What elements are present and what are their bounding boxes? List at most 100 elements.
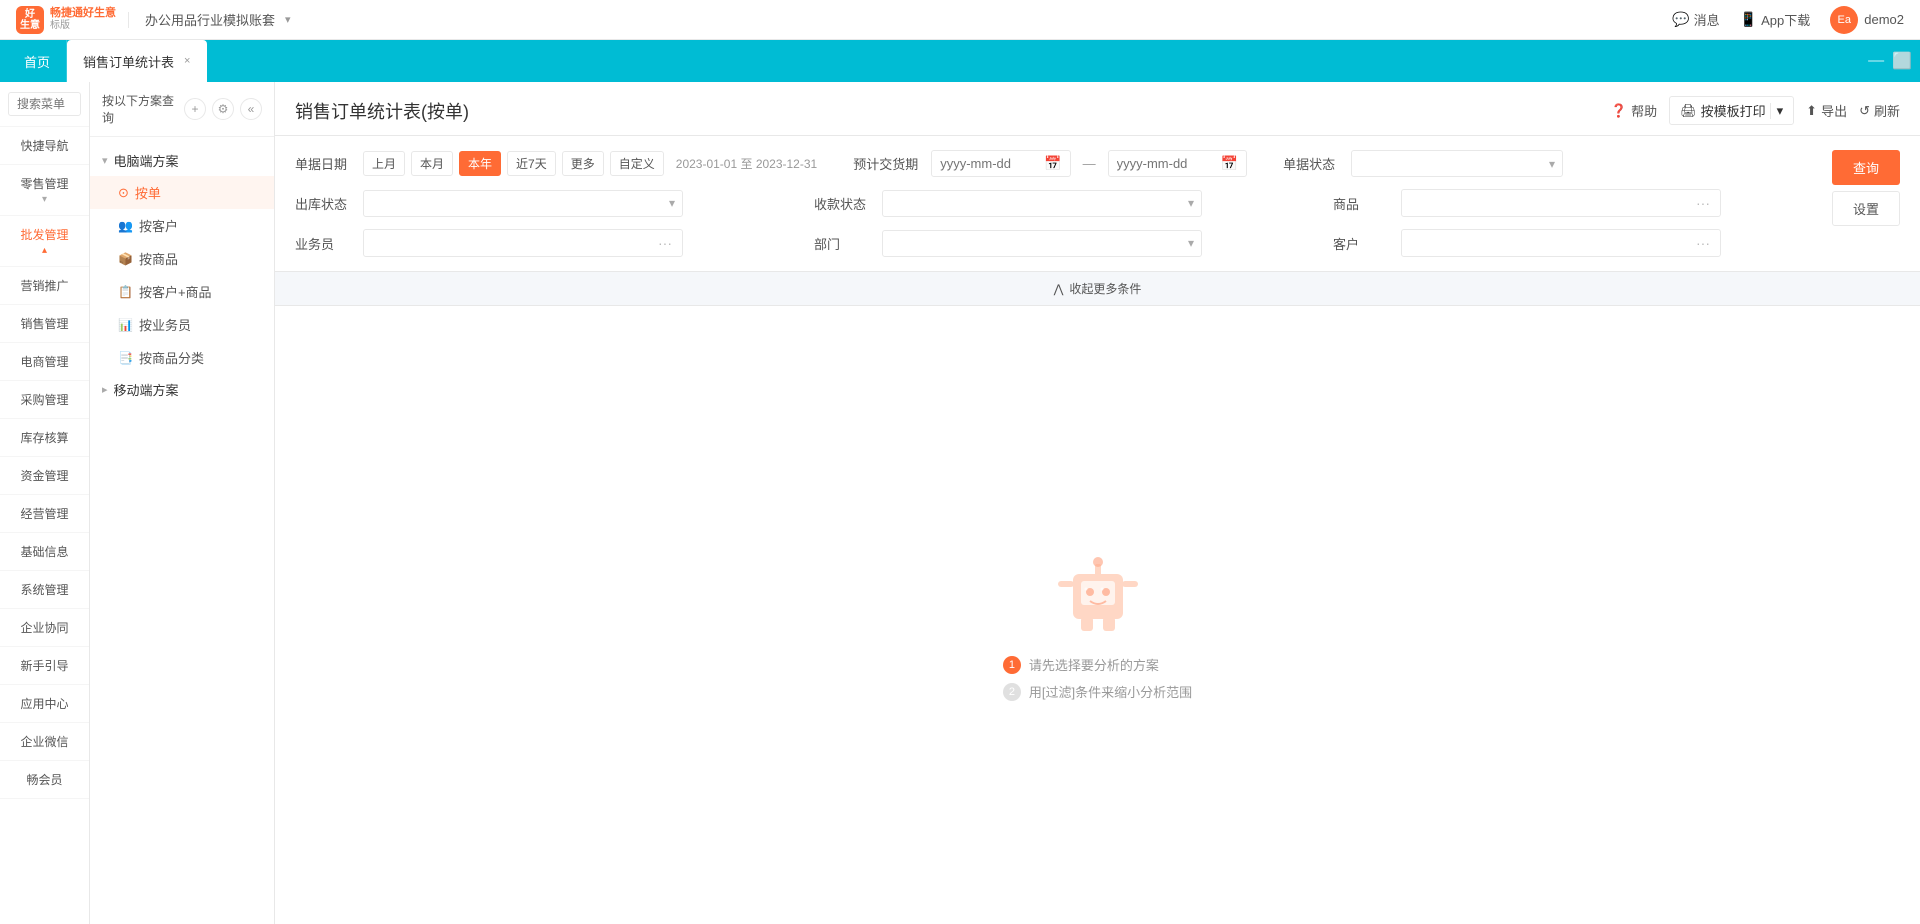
sidebar-item-operations[interactable]: 经营管理: [0, 495, 89, 533]
tab-close-icon[interactable]: ×: [184, 55, 190, 67]
print-arrow-icon[interactable]: ▾: [1770, 103, 1784, 119]
scheme-item-by-order[interactable]: ⊙ 按单: [90, 176, 274, 209]
collapse-label: 收起更多条件: [1069, 280, 1141, 297]
message-label: 消息: [1694, 10, 1720, 29]
date-this-year-btn[interactable]: 本年: [459, 151, 501, 176]
customer-dots: ···: [1696, 235, 1710, 251]
scheme-item-by-customer-goods[interactable]: 📋 按客户+商品: [90, 275, 274, 308]
sidebar: 快捷导航 零售管理 ▾ 批发管理 ▴ 营销推广 销售管理 电商管理 采购管理 库…: [0, 82, 90, 924]
main-layout: 快捷导航 零售管理 ▾ 批发管理 ▴ 营销推广 销售管理 电商管理 采购管理 库…: [0, 82, 1920, 924]
search-input[interactable]: [8, 92, 81, 116]
query-btn[interactable]: 查询: [1832, 150, 1900, 185]
refresh-label: 刷新: [1874, 101, 1900, 120]
scheme-item-by-category[interactable]: 📑 按商品分类: [90, 341, 274, 374]
sidebar-item-sales[interactable]: 销售管理: [0, 305, 89, 343]
sidebar-item-finance[interactable]: 资金管理: [0, 457, 89, 495]
salesperson-select[interactable]: ···: [363, 229, 683, 257]
date-custom-btn[interactable]: 自定义: [610, 151, 664, 176]
scheme-item-by-salesperson[interactable]: 📊 按业务员: [90, 308, 274, 341]
out-status-select[interactable]: [363, 190, 683, 217]
wholesale-label: 批发管理: [20, 226, 68, 243]
sidebar-item-appcenter[interactable]: 应用中心: [0, 685, 89, 723]
date-this-month-btn[interactable]: 本月: [411, 151, 453, 176]
tab-minimize-icon[interactable]: —: [1868, 52, 1884, 70]
doc-status-select-wrap: [1351, 150, 1563, 177]
filter-area: 单据日期 上月 本月 本年 近7天 更多 自定义 2023-01-01 至 20…: [275, 136, 1920, 272]
scheme-item-by-goods[interactable]: 📦 按商品: [90, 242, 274, 275]
sidebar-item-system[interactable]: 系统管理: [0, 571, 89, 609]
salesperson-dots: ···: [658, 235, 672, 251]
sidebar-item-wechat[interactable]: 企业微信: [0, 723, 89, 761]
sidebar-item-marketing[interactable]: 营销推广: [0, 267, 89, 305]
sidebar-item-guide[interactable]: 新手引导: [0, 647, 89, 685]
collapse-arrow-icon: ⋀: [1054, 282, 1064, 296]
sidebar-item-collab[interactable]: 企业协同: [0, 609, 89, 647]
user-menu[interactable]: Ea demo2: [1830, 6, 1904, 34]
scheme-group-mobile: ▸ 移动端方案: [90, 374, 274, 405]
goods-select[interactable]: ···: [1401, 189, 1721, 217]
by-customer-icon: 👥: [118, 219, 133, 233]
sidebar-item-ecom[interactable]: 电商管理: [0, 343, 89, 381]
basics-label: 基础信息: [20, 543, 68, 560]
scheme-group-pc: ▾ 电脑端方案 ⊙ 按单 👥 按客户 📦 按商品 📋 按客户+商品: [90, 145, 274, 374]
tab-maximize-icon[interactable]: ⬜: [1892, 51, 1912, 71]
page-header-actions: ❓ 帮助 🖨 按模板打印 ▾ ⬆ 导出 ↺ 刷新: [1611, 96, 1900, 125]
panel-title: 按以下方案查询: [102, 92, 176, 126]
expected-date-label: 预计交货期: [853, 154, 923, 173]
date-last7-btn[interactable]: 近7天: [507, 151, 556, 176]
out-status-select-wrap: [363, 190, 683, 217]
tab-sales-order[interactable]: 销售订单统计表 ×: [67, 40, 207, 82]
doc-status-label: 单据状态: [1283, 154, 1343, 173]
sidebar-shortcut[interactable]: 快捷导航: [0, 127, 89, 165]
app-title-arrow[interactable]: ▾: [285, 13, 291, 26]
sidebar-item-member[interactable]: 畅会员: [0, 761, 89, 799]
sidebar-item-inventory[interactable]: 库存核算: [0, 419, 89, 457]
expected-date-end[interactable]: [1117, 156, 1217, 171]
date-end-icon[interactable]: 📅: [1221, 155, 1238, 172]
export-btn[interactable]: ⬆ 导出: [1806, 101, 1847, 120]
mobile-group-label: 移动端方案: [114, 380, 179, 399]
scheme-item-by-customer[interactable]: 👥 按客户: [90, 209, 274, 242]
message-btn[interactable]: 💬 消息: [1672, 10, 1719, 29]
app-download-btn[interactable]: 📱 App下载: [1740, 10, 1811, 29]
help-btn[interactable]: ❓ 帮助: [1611, 101, 1657, 120]
collab-label: 企业协同: [20, 619, 68, 636]
payment-status-select[interactable]: [882, 190, 1202, 217]
date-start-icon[interactable]: 📅: [1044, 155, 1061, 172]
empty-state: 1 请先选择要分析的方案 2 用[过滤]条件来缩小分析范围: [275, 306, 1920, 924]
guide-label: 新手引导: [20, 657, 68, 674]
page-title: 销售订单统计表(按单): [295, 98, 469, 124]
department-select[interactable]: [882, 230, 1202, 257]
doc-status-select[interactable]: [1351, 150, 1563, 177]
refresh-btn[interactable]: ↺ 刷新: [1859, 101, 1900, 120]
scheme-group-pc-header[interactable]: ▾ 电脑端方案: [90, 145, 274, 176]
sidebar-item-wholesale[interactable]: 批发管理 ▴: [0, 216, 89, 267]
top-bar-right: 💬 消息 📱 App下载 Ea demo2: [1672, 6, 1904, 34]
wholesale-arrow: ▴: [42, 245, 47, 256]
print-btn[interactable]: 🖨 按模板打印 ▾: [1669, 96, 1794, 125]
expected-date-start[interactable]: [940, 156, 1040, 171]
tip-text-2: 用[过滤]条件来缩小分析范围: [1029, 682, 1192, 701]
sidebar-item-basics[interactable]: 基础信息: [0, 533, 89, 571]
panel-collapse-btn[interactable]: «: [240, 98, 262, 120]
empty-tip-2: 2 用[过滤]条件来缩小分析范围: [1003, 682, 1192, 701]
panel-settings-btn[interactable]: ⚙: [212, 98, 234, 120]
by-goods-icon: 📦: [118, 252, 133, 266]
payment-status-label: 收款状态: [814, 194, 874, 213]
empty-tip-1: 1 请先选择要分析的方案: [1003, 655, 1192, 674]
sales-order-tab-label: 销售订单统计表: [83, 52, 174, 71]
tab-home[interactable]: 首页: [8, 40, 67, 82]
logo-text: 畅捷通好生意 标版: [50, 7, 116, 32]
scheme-group-mobile-header[interactable]: ▸ 移动端方案: [90, 374, 274, 405]
department-select-wrap: [882, 230, 1202, 257]
reset-btn[interactable]: 设置: [1832, 191, 1900, 226]
customer-select[interactable]: ···: [1401, 229, 1721, 257]
sidebar-item-purchase[interactable]: 采购管理: [0, 381, 89, 419]
panel-add-btn[interactable]: +: [184, 98, 206, 120]
date-more-btn[interactable]: 更多: [562, 151, 604, 176]
collapse-bar[interactable]: ⋀ 收起更多条件: [275, 272, 1920, 306]
top-bar: 好生意 畅捷通好生意 标版 办公用品行业模拟账套 ▾ 💬 消息 📱 App下载 …: [0, 0, 1920, 40]
sidebar-item-retail[interactable]: 零售管理 ▾: [0, 165, 89, 216]
date-last-month-btn[interactable]: 上月: [363, 151, 405, 176]
customer-label: 客户: [1333, 234, 1393, 253]
